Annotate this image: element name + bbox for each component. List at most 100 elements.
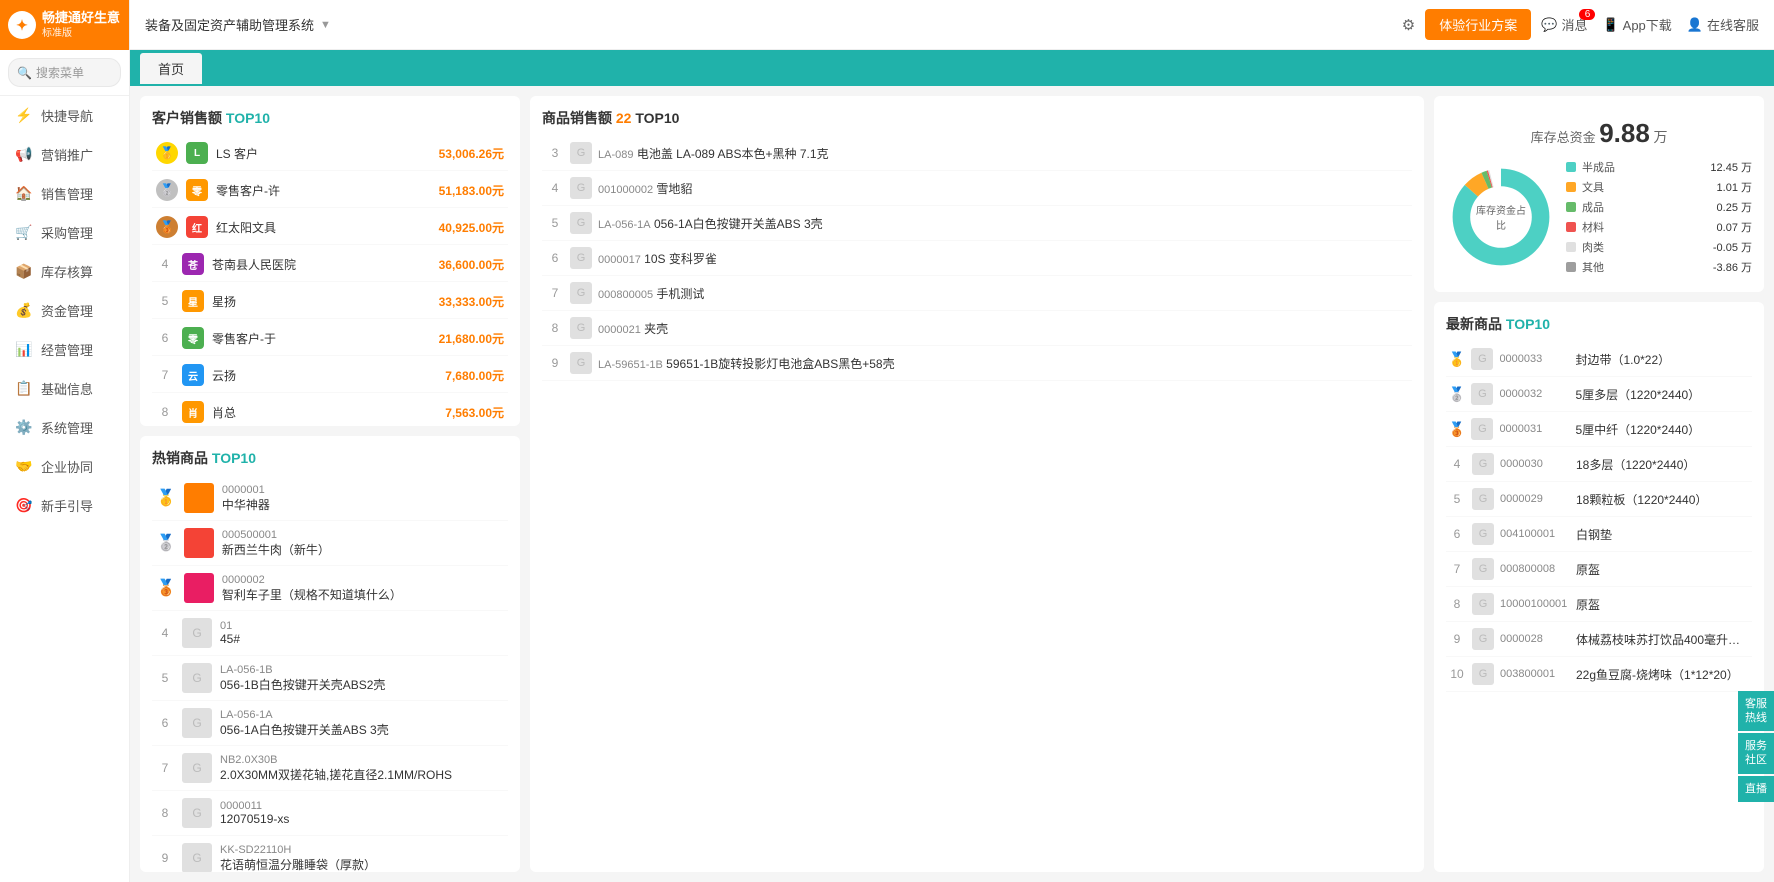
prod-code: 0000031 [1499, 423, 1569, 435]
customer-name: 红太阳文具 [216, 219, 431, 236]
sidebar-item-9[interactable]: 🤝 企业协同 [0, 447, 129, 486]
item-info: 000800005 手机测试 [598, 285, 1408, 302]
items-rank-item: 9 G LA-59651-1B 59651-1B旋转投影灯电池盒ABS黑色+58… [542, 346, 1412, 381]
sidebar-item-5[interactable]: 💰资金管理 [0, 291, 129, 330]
sidebar-item-8[interactable]: ⚙️系统管理 [0, 408, 129, 447]
customer-avatar: 零 [186, 179, 208, 201]
prod-icon: G [1472, 593, 1494, 615]
product-code: 000500001 [222, 529, 504, 541]
prod-icon: G [1472, 628, 1494, 650]
legend-value: 0.25 万 [1717, 199, 1752, 215]
sidebar: ✦ 畅捷通好生意 标准版 🔍 搜索菜单 ⚡快捷导航📢营销推广🏠销售管理🛒采购管理… [0, 0, 130, 882]
nav-icon: 🤝 [15, 458, 33, 475]
phone-icon: 📱 [1602, 17, 1618, 33]
rank-number: 5 [1448, 492, 1466, 506]
prod-name: 白钢垫 [1576, 526, 1750, 543]
product-info: 000500001 新西兰牛肉（新牛） [222, 529, 504, 558]
item-icon: G [570, 282, 592, 304]
new-prod-item: 6 G 004100001 白钢垫 [1446, 517, 1752, 552]
settings-icon[interactable]: ⚙ [1402, 16, 1415, 34]
item-name: 电池盖 LA-089 ABS本色+黑种 7.1克 [637, 147, 829, 161]
product-code: LA-056-1B [220, 664, 504, 676]
service-icon: 👤 [1687, 17, 1703, 33]
nav-icon: 🏠 [15, 185, 33, 202]
legend-name: 半成品 [1582, 159, 1704, 175]
messages-btn[interactable]: 💬 消息 6 [1541, 15, 1587, 34]
sidebar-item-2[interactable]: 🏠销售管理 [0, 174, 129, 213]
service-community-btn[interactable]: 服务社区 [1738, 733, 1774, 774]
prod-icon: G [1471, 418, 1493, 440]
app-download-btn[interactable]: 📱 App下载 [1602, 15, 1671, 34]
live-btn[interactable]: 直播 [1738, 776, 1774, 802]
item-code: LA-59651-1B [598, 359, 663, 371]
inventory-amount: 9.88 [1599, 118, 1650, 148]
legend-dot [1566, 222, 1576, 232]
hot-product-item: 9 G KK-SD22110H 花语萌恒温分雕睡袋（厚款） [152, 836, 508, 872]
legend-name: 其他 [1582, 259, 1707, 275]
medal-icon: 🥈 [156, 533, 176, 553]
sidebar-item-1[interactable]: 📢营销推广 [0, 135, 129, 174]
trial-btn[interactable]: 体验行业方案 [1425, 9, 1531, 40]
customer-avatar: 零 [182, 327, 204, 349]
product-info: KK-SD22110H 花语萌恒温分雕睡袋（厚款） [220, 844, 504, 872]
prod-icon: G [1471, 348, 1493, 370]
product-name: 新西兰牛肉（新牛） [222, 541, 504, 558]
legend-item: 文具 1.01 万 [1566, 179, 1752, 195]
customer-name: 云扬 [212, 367, 437, 384]
rank-number: 8 [156, 806, 174, 820]
new-prod-item: 5 G 0000029 18颗粒板（1220*2440） [1446, 482, 1752, 517]
prod-name: 原盔 [1576, 561, 1750, 578]
sidebar-item-6[interactable]: 📊经营管理 [0, 330, 129, 369]
product-code: 0000001 [222, 484, 504, 496]
customer-avatar: L [186, 142, 208, 164]
medal-icon: 🥇 [156, 142, 178, 164]
new-prod-item: 🥉 G 0000031 5厘中纤（1220*2440） [1446, 412, 1752, 447]
product-thumb-placeholder: G [182, 798, 212, 828]
product-info: 0000001 中华神器 [222, 484, 504, 513]
prod-name: 22g鱼豆腐-烧烤味（1*12*20） [1576, 666, 1750, 683]
sidebar-item-0[interactable]: ⚡快捷导航 [0, 96, 129, 135]
prod-name: 18颗粒板（1220*2440） [1576, 491, 1750, 508]
sidebar-item-7[interactable]: 📋基础信息 [0, 369, 129, 408]
nav-label: 系统管理 [41, 418, 93, 437]
sidebar-item-4[interactable]: 📦库存核算 [0, 252, 129, 291]
rank-number: 9 [156, 851, 174, 865]
item-info: LA-59651-1B 59651-1B旋转投影灯电池盒ABS黑色+58壳 [598, 355, 1408, 372]
product-icon: G [192, 806, 201, 820]
rank-number: 9 [546, 356, 564, 370]
search-menu-button[interactable]: 🔍 搜索菜单 [8, 58, 121, 87]
nav-icon: 💰 [15, 302, 33, 319]
new-prod-item: 🥇 G 0000033 封边带（1.0*22） [1446, 342, 1752, 377]
customer-avatar: 苍 [182, 253, 204, 275]
hot-products-title: 热销商品 TOP10 [152, 448, 508, 468]
logo-icon: ✦ [8, 11, 36, 39]
dropdown-icon[interactable]: ▼ [320, 19, 331, 31]
item-code: LA-089 [598, 149, 633, 161]
hot-product-item: 🥉 0000002 智利车子里（规格不知道填什么） [152, 566, 508, 611]
medal-icon: 🥈 [156, 179, 178, 201]
item-code: 0000017 [598, 254, 641, 266]
online-service-btn[interactable]: 👤 在线客服 [1687, 15, 1759, 34]
legend-dot [1566, 162, 1576, 172]
legend-item: 半成品 12.45 万 [1566, 159, 1752, 175]
nav-label: 企业协同 [41, 457, 93, 476]
legend-dot [1566, 242, 1576, 252]
mid-column: 商品销售额 22 TOP10 3 G LA-089 电池盖 LA-089 ABS… [530, 96, 1424, 872]
medal-icon: 🥇 [1448, 351, 1465, 368]
customer-name: LS 客户 [216, 145, 431, 162]
nav-label: 营销推广 [41, 145, 93, 164]
left-column: 客户销售额 TOP10 🥇 L LS 客户 53,006.26元 🥈 零 零售客… [140, 96, 520, 872]
sidebar-item-3[interactable]: 🛒采购管理 [0, 213, 129, 252]
customer-rank-item: 5 星 星扬 33,333.00元 [152, 284, 508, 319]
items-rank-item: 4 G 001000002 雪地貂 [542, 171, 1412, 206]
cs-hotline-btn[interactable]: 客服热线 [1738, 691, 1774, 732]
product-info: NB2.0X30B 2.0X30MM双搓花轴,搓花直径2.1MM/ROHS [220, 754, 504, 783]
customer-rank-item: 8 肖 肖总 7,563.00元 [152, 395, 508, 426]
tab-home[interactable]: 首页 [140, 53, 202, 84]
inventory-legend: 半成品 12.45 万 文具 1.01 万 成品 0.25 万 材料 0.07 … [1566, 159, 1752, 275]
sidebar-item-10[interactable]: 🎯新手引导 [0, 486, 129, 525]
nav-label: 采购管理 [41, 223, 93, 242]
new-prod-item: 🥈 G 0000032 5厘多层（1220*2440） [1446, 377, 1752, 412]
prod-icon: G [1472, 523, 1494, 545]
prod-code: 004100001 [1500, 528, 1570, 540]
